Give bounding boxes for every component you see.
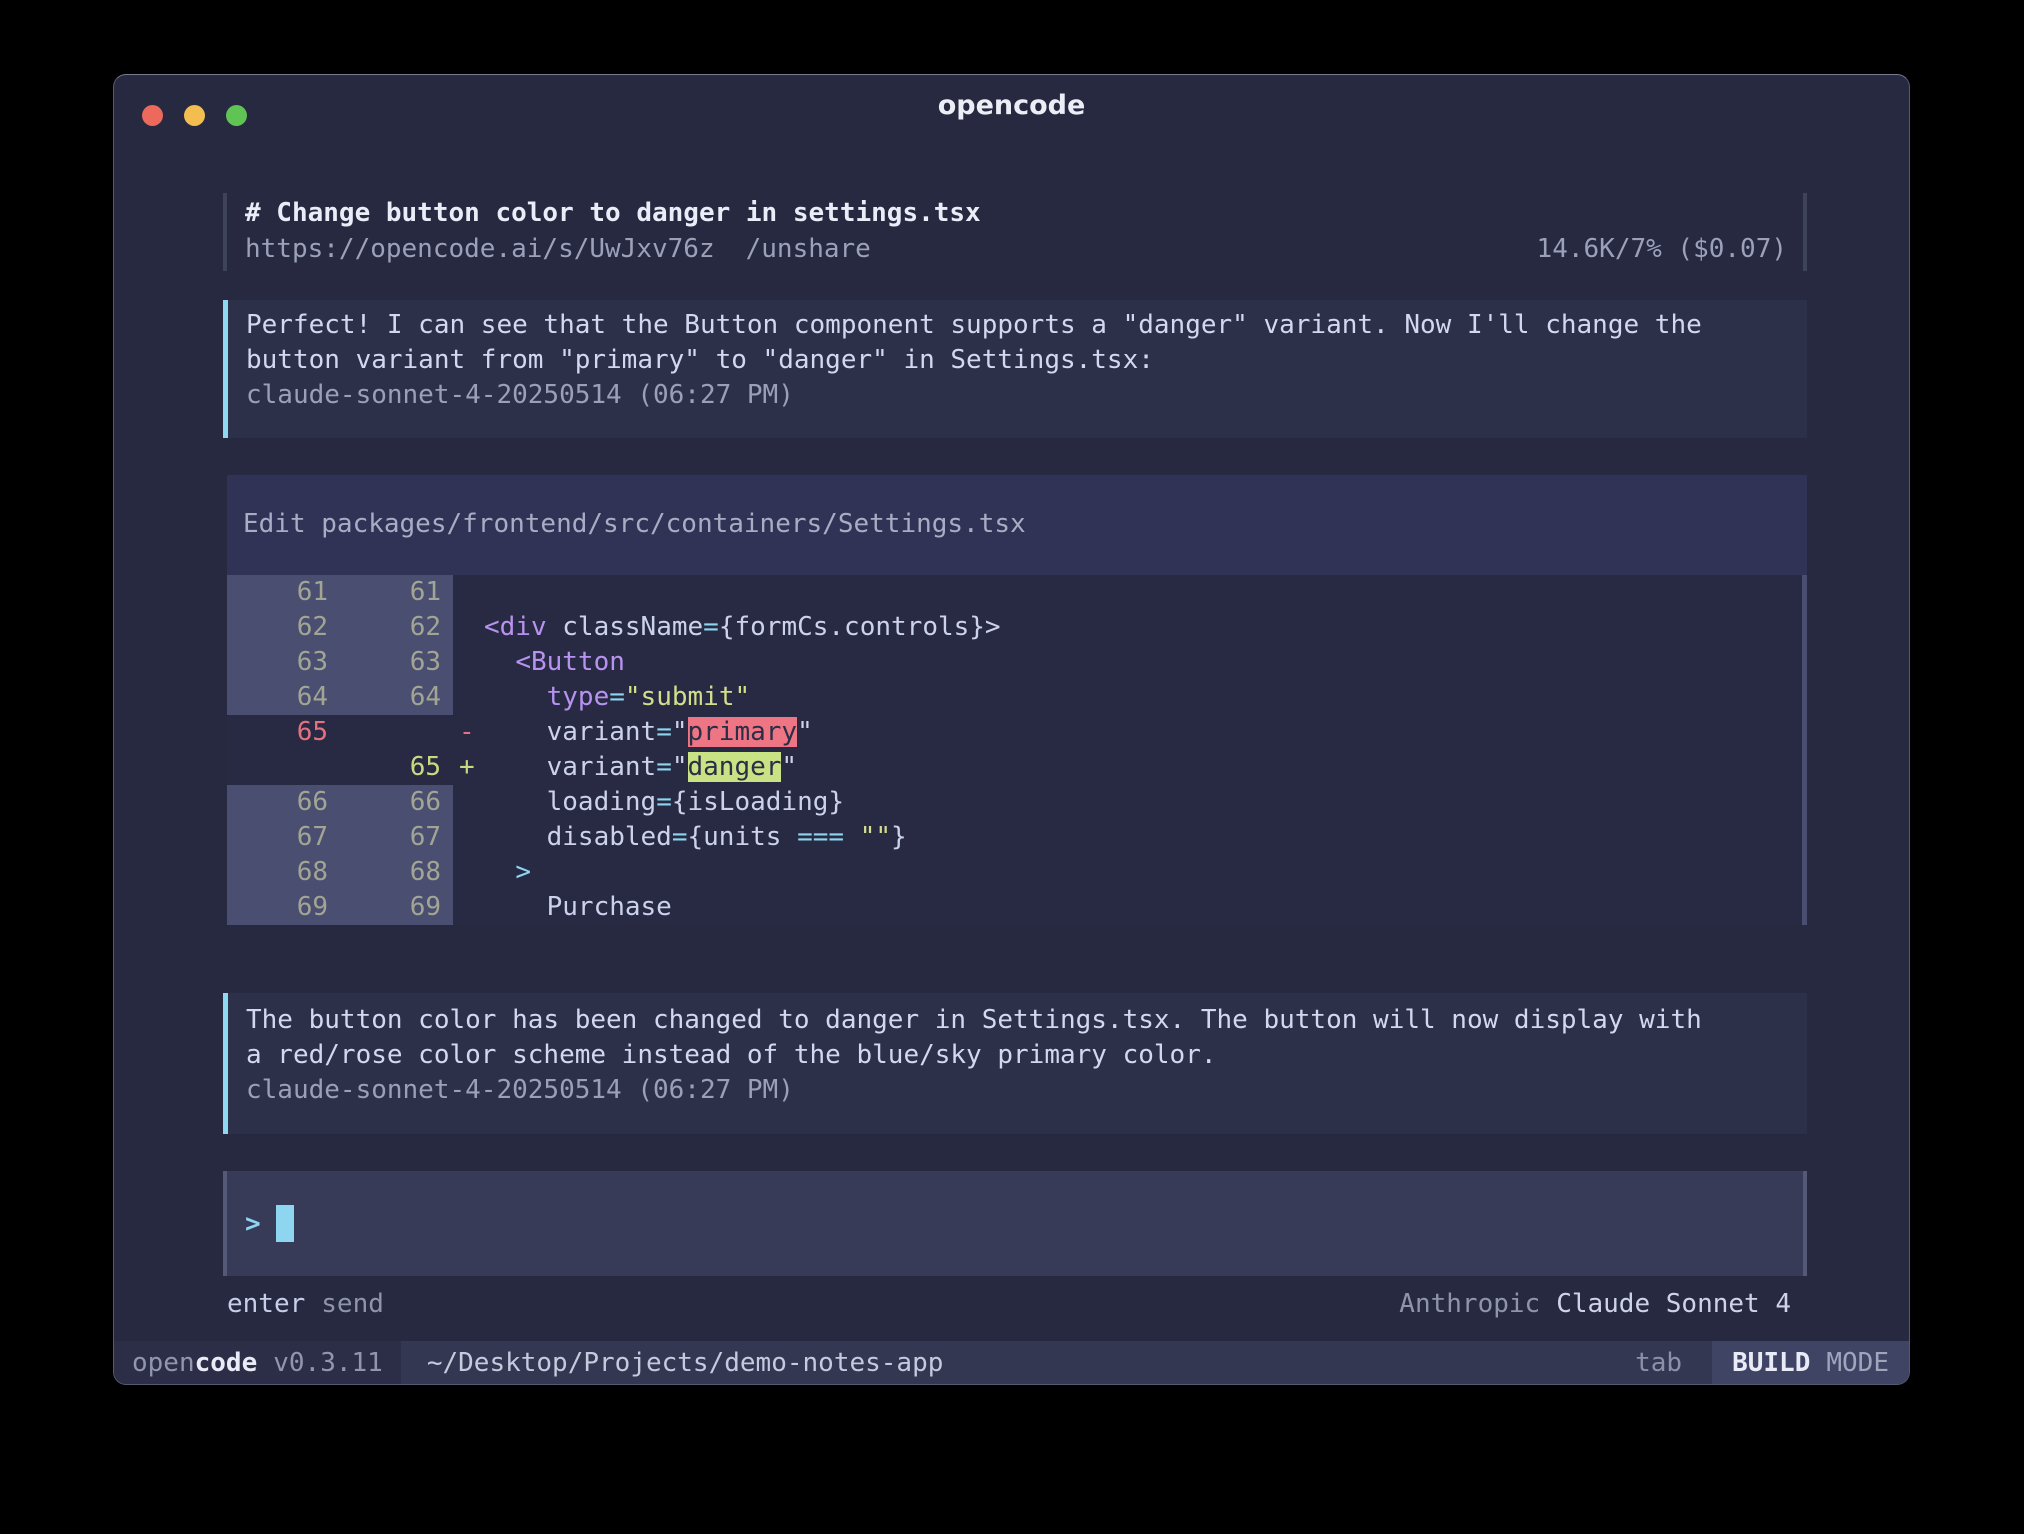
diff-row: 65+ variant="danger": [227, 750, 1807, 785]
diff-code-line: variant="danger": [484, 750, 1807, 785]
diff-marker: [453, 855, 484, 890]
diff-new-line-number: 64: [340, 680, 453, 715]
mode-label: MODE: [1826, 1348, 1889, 1378]
diff-old-line-number: [227, 750, 340, 785]
diff-code-line: <div className={formCs.controls}>: [484, 610, 1807, 645]
diff-code-line: type="submit": [484, 680, 1807, 715]
diff-code-line: variant="primary": [484, 715, 1807, 750]
diff-row: 6262 <div className={formCs.controls}>: [227, 610, 1807, 645]
diff-new-line-number: 69: [340, 890, 453, 925]
diff-old-line-number: 67: [227, 820, 340, 855]
diff-table: 61616262 <div className={formCs.controls}…: [227, 575, 1807, 925]
message-line: The button color has been changed to dan…: [246, 1003, 1789, 1038]
diff-old-line-number: 65: [227, 715, 340, 750]
diff-row: 6666 loading={isLoading}: [227, 785, 1807, 820]
message-line: a red/rose color scheme instead of the b…: [246, 1038, 1789, 1073]
message-meta: claude-sonnet-4-20250514 (06:27 PM): [246, 1073, 1789, 1108]
model-name: Claude Sonnet 4: [1556, 1289, 1791, 1319]
session-header: # Change button color to danger in setti…: [223, 193, 1807, 271]
enter-hint-key: enter: [227, 1289, 305, 1319]
message-line: Perfect! I can see that the Button compo…: [246, 308, 1789, 343]
diff-code-line: [484, 575, 1807, 610]
diff-marker: +: [453, 750, 484, 785]
diff-new-line-number: 65: [340, 750, 453, 785]
diff-marker: [453, 575, 484, 610]
diff-row: 6868 >: [227, 855, 1807, 890]
send-hint: enter send: [227, 1287, 384, 1322]
diff-row: 6969 Purchase: [227, 890, 1807, 925]
diff-marker: [453, 610, 484, 645]
app-name-prefix: open: [132, 1348, 195, 1378]
edit-tool-panel: Edit packages/frontend/src/containers/Se…: [227, 475, 1807, 923]
diff-code-line: loading={isLoading}: [484, 785, 1807, 820]
diff-marker: [453, 820, 484, 855]
diff-new-line-number: 67: [340, 820, 453, 855]
diff-code-line: >: [484, 855, 1807, 890]
tab-hint[interactable]: tab: [1635, 1341, 1682, 1384]
diff-new-line-number: 62: [340, 610, 453, 645]
titlebar: opencode: [114, 75, 1909, 135]
diff-new-line-number: 66: [340, 785, 453, 820]
diff-code-line: <Button: [484, 645, 1807, 680]
text-cursor: [276, 1205, 294, 1242]
diff-code-line: disabled={units === ""}: [484, 820, 1807, 855]
model-indicator: Anthropic Claude Sonnet 4: [1399, 1287, 1791, 1322]
diff-scrollbar[interactable]: [1802, 575, 1807, 925]
opencode-window: opencode # Change button color to danger…: [113, 74, 1910, 1385]
assistant-message: The button color has been changed to dan…: [223, 993, 1807, 1134]
diff-row: 6767 disabled={units === ""}: [227, 820, 1807, 855]
unshare-command[interactable]: /unshare: [746, 231, 871, 267]
build-mode-chip[interactable]: BUILD MODE: [1712, 1341, 1909, 1384]
diff-old-line-number: 68: [227, 855, 340, 890]
message-line: button variant from "primary" to "danger…: [246, 343, 1789, 378]
status-bar: opencode v0.3.11 ~/Desktop/Projects/demo-…: [114, 1341, 1909, 1384]
diff-marker: [453, 680, 484, 715]
diff-new-line-number: 68: [340, 855, 453, 890]
diff-old-line-number: 69: [227, 890, 340, 925]
assistant-message: Perfect! I can see that the Button compo…: [223, 300, 1807, 438]
diff-old-line-number: 62: [227, 610, 340, 645]
diff-row: 65 - variant="primary": [227, 715, 1807, 750]
diff-new-line-number: [340, 715, 453, 750]
share-url-link[interactable]: https://opencode.ai/s/UwJxv76z: [245, 231, 715, 267]
diff-marker: [453, 645, 484, 680]
diff-new-line-number: 63: [340, 645, 453, 680]
diff-marker: -: [453, 715, 484, 750]
diff-marker: [453, 890, 484, 925]
mode-name: BUILD: [1732, 1348, 1810, 1378]
edit-tool-title: Edit packages/frontend/src/containers/Se…: [227, 475, 1807, 542]
working-directory: ~/Desktop/Projects/demo-notes-app: [427, 1341, 1635, 1384]
message-meta: claude-sonnet-4-20250514 (06:27 PM): [246, 378, 1789, 413]
enter-hint-action: send: [321, 1289, 384, 1319]
prompt-symbol: >: [245, 1209, 261, 1239]
diff-old-line-number: 61: [227, 575, 340, 610]
token-usage: 14.6K/7% ($0.07): [1537, 231, 1787, 267]
diff-old-line-number: 64: [227, 680, 340, 715]
window-title: opencode: [114, 75, 1909, 135]
diff-old-line-number: 66: [227, 785, 340, 820]
model-provider: Anthropic: [1399, 1289, 1540, 1319]
footer-hints: enter send Anthropic Claude Sonnet 4: [227, 1287, 1807, 1322]
diff-new-line-number: 61: [340, 575, 453, 610]
diff-code-line: Purchase: [484, 890, 1807, 925]
session-title: # Change button color to danger in setti…: [245, 195, 1787, 231]
diff-marker: [453, 785, 484, 820]
diff-row: 6363 <Button: [227, 645, 1807, 680]
diff-row: 6464 type="submit": [227, 680, 1807, 715]
diff-row: 6161: [227, 575, 1807, 610]
app-version: v0.3.11: [273, 1348, 383, 1378]
prompt-input[interactable]: >: [223, 1171, 1807, 1276]
app-version-chip: opencode v0.3.11: [114, 1341, 401, 1384]
diff-old-line-number: 63: [227, 645, 340, 680]
app-name-bold: code: [195, 1348, 258, 1378]
